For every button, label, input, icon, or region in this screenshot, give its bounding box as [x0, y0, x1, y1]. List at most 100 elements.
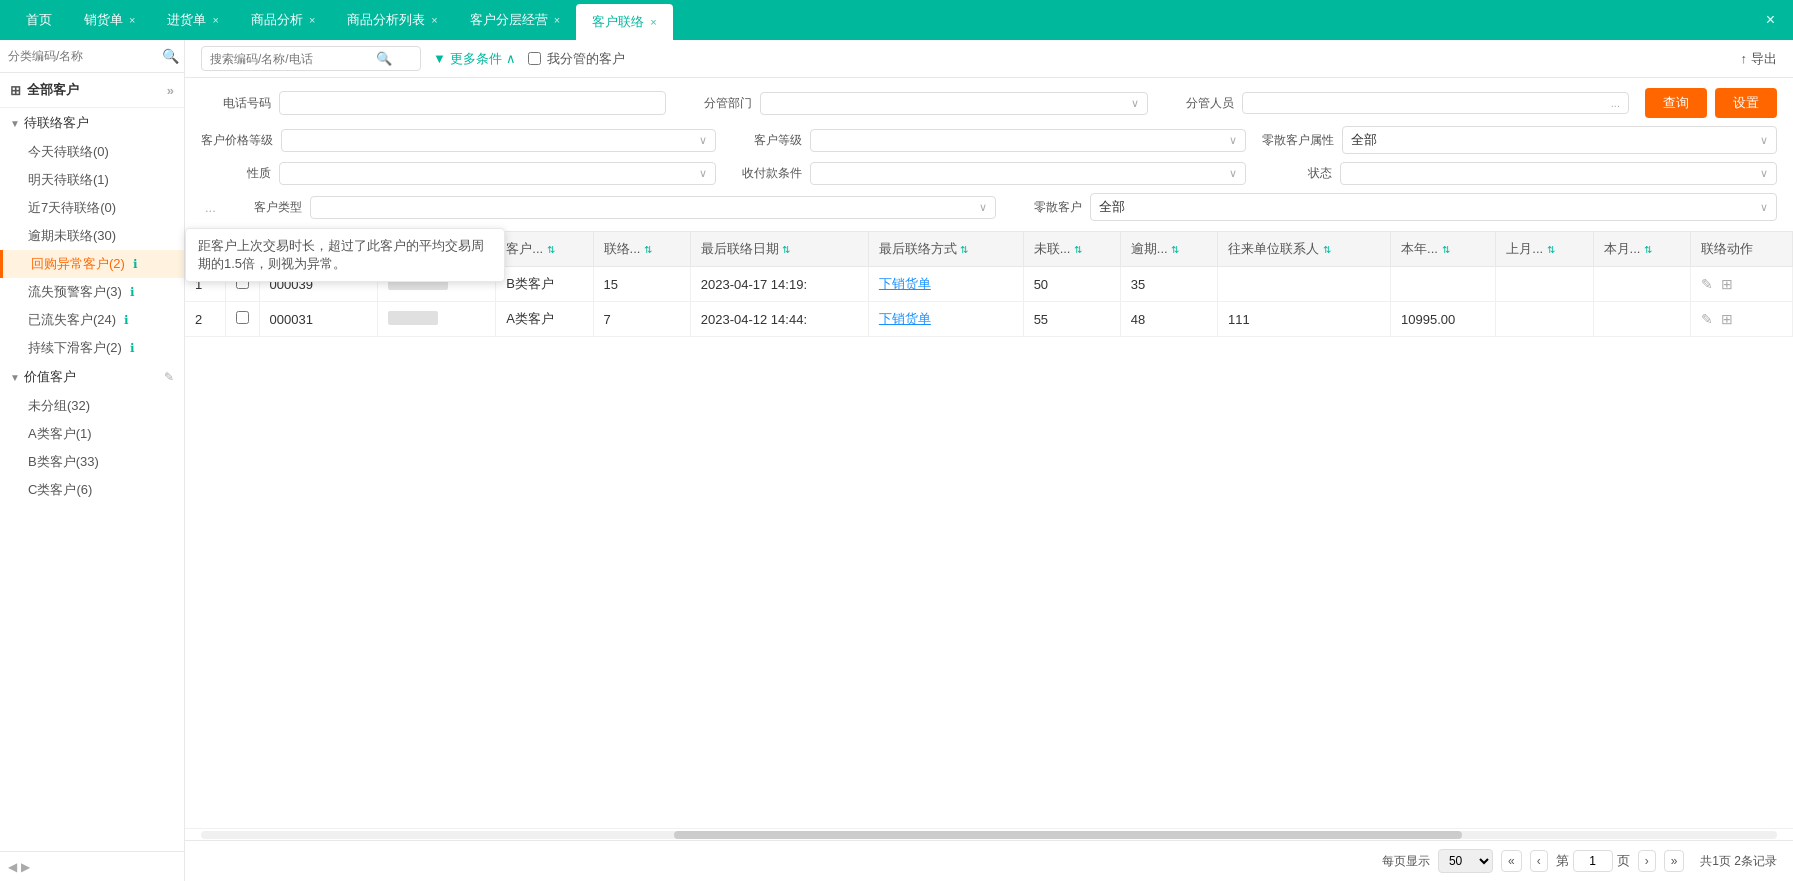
query-button[interactable]: 查询 — [1645, 88, 1707, 118]
row2-more-icon[interactable]: ⊞ — [1721, 311, 1733, 327]
nav-tab-sales[interactable]: 销货单 × — [68, 0, 151, 40]
sidebar-next-btn[interactable]: ▶ — [21, 860, 30, 874]
close-tab-customer-tier[interactable]: × — [554, 14, 560, 26]
close-tab-sales[interactable]: × — [129, 14, 135, 26]
search-icon[interactable]: 🔍 — [376, 51, 392, 66]
col-overdue[interactable]: 逾期... ⇅ — [1120, 232, 1217, 267]
more-conditions-btn[interactable]: ▼ 更多条件 ∧ — [433, 50, 516, 68]
row1-edit-icon[interactable]: ✎ — [1701, 276, 1713, 292]
gender-select[interactable]: ∨ — [279, 162, 716, 185]
sidebar-item-tomorrow[interactable]: 明天待联络(1) — [0, 166, 184, 194]
row2-contact-count: 7 — [593, 302, 690, 337]
customer-type-select[interactable]: ∨ — [310, 196, 997, 219]
col-uncontacted[interactable]: 未联... ⇅ — [1023, 232, 1120, 267]
value-group-header[interactable]: ▼ 价值客户 ✎ — [0, 362, 184, 392]
payment-select[interactable]: ∨ — [810, 162, 1247, 185]
nav-tab-purchase[interactable]: 进货单 × — [151, 0, 234, 40]
page-size-select[interactable]: 50 100 200 — [1438, 849, 1493, 873]
last-page-button[interactable]: » — [1664, 850, 1685, 872]
my-customers-checkbox[interactable] — [528, 52, 541, 65]
prev-page-button[interactable]: ‹ — [1530, 850, 1548, 872]
more-dots[interactable]: ... — [205, 200, 216, 215]
sidebar-item-ungroup[interactable]: 未分组(32) — [0, 392, 184, 420]
close-tab-customer-contact[interactable]: × — [650, 16, 656, 28]
nav-tab-customer-contact[interactable]: 客户联络 × — [576, 4, 672, 40]
sort-icon-uncontacted[interactable]: ⇅ — [1074, 244, 1082, 255]
sidebar-item-decline[interactable]: 持续下滑客户(2) ℹ — [0, 334, 184, 362]
category-search-icon[interactable]: 🔍 — [162, 48, 179, 64]
sidebar-item-overdue[interactable]: 逾期未联络(30) — [0, 222, 184, 250]
dept-select[interactable]: ∨ — [760, 92, 1147, 115]
close-tab-product-list[interactable]: × — [431, 14, 437, 26]
col-this-year[interactable]: 本年... ⇅ — [1391, 232, 1496, 267]
row2-edit-icon[interactable]: ✎ — [1701, 311, 1713, 327]
customer-level-select[interactable]: ∨ — [810, 129, 1247, 152]
all-customers-header: ⊞ 全部客户 » — [0, 73, 184, 108]
close-tab-product-analysis[interactable]: × — [309, 14, 315, 26]
row2-overdue: 48 — [1120, 302, 1217, 337]
sort-icon-level[interactable]: ⇅ — [547, 244, 555, 255]
export-button[interactable]: ↑ 导出 — [1741, 50, 1778, 68]
scrollbar-track — [201, 831, 1777, 839]
sort-icon-method[interactable]: ⇅ — [960, 244, 968, 255]
customer-search-input[interactable] — [210, 52, 370, 66]
col-level[interactable]: 客户... ⇅ — [496, 232, 593, 267]
sort-icon-year[interactable]: ⇅ — [1442, 244, 1450, 255]
sort-icon-contact-count[interactable]: ⇅ — [644, 244, 652, 255]
scrollbar-thumb[interactable] — [674, 831, 1462, 839]
row2-seq: 2 — [185, 302, 225, 337]
sort-icon-last-month[interactable]: ⇅ — [1547, 244, 1555, 255]
sidebar-item-lost-warning[interactable]: 流失预警客户(3) ℹ — [0, 278, 184, 306]
close-tab-purchase[interactable]: × — [212, 14, 218, 26]
filter-row-2: 客户价格等级 ∨ 客户等级 ∨ 零散客户属性 全部 — [201, 126, 1777, 154]
row2-checkbox[interactable] — [236, 311, 249, 324]
sidebar-item-c-class[interactable]: C类客户(6) — [0, 476, 184, 504]
sidebar-item-b-class[interactable]: B类客户(33) — [0, 448, 184, 476]
row1-last-method[interactable]: 下销货单 — [868, 267, 1023, 302]
retail-customer-field: 零散客户 全部 ∨ — [1012, 193, 1777, 221]
sort-icon-overdue[interactable]: ⇅ — [1171, 244, 1179, 255]
row2-checkbox-cell[interactable] — [225, 302, 259, 337]
col-this-month[interactable]: 本月... ⇅ — [1593, 232, 1690, 267]
category-search-input[interactable] — [8, 49, 158, 63]
col-last-month[interactable]: 上月... ⇅ — [1496, 232, 1593, 267]
manager-select[interactable]: ... — [1242, 92, 1629, 114]
status-select[interactable]: ∨ — [1340, 162, 1777, 185]
nav-tab-customer-tier[interactable]: 客户分层经营 × — [454, 0, 576, 40]
sort-icon-contacts[interactable]: ⇅ — [1323, 244, 1331, 255]
col-last-contact-method[interactable]: 最后联络方式 ⇅ — [868, 232, 1023, 267]
retail-customer-select[interactable]: 全部 ∨ — [1090, 193, 1777, 221]
settings-button[interactable]: 设置 — [1715, 88, 1777, 118]
sidebar-item-repurchase-anomaly[interactable]: 回购异常客户(2) ℹ — [0, 250, 184, 278]
first-page-button[interactable]: « — [1501, 850, 1522, 872]
row1-more-icon[interactable]: ⊞ — [1721, 276, 1733, 292]
horizontal-scrollbar[interactable] — [185, 828, 1793, 840]
top-navigation: 首页 销货单 × 进货单 × 商品分析 × 商品分析列表 × 客户分层经营 × … — [0, 0, 1793, 40]
sidebar-collapse-icon[interactable]: » — [167, 83, 174, 98]
sidebar-item-a-class[interactable]: A类客户(1) — [0, 420, 184, 448]
nav-tab-product-analysis[interactable]: 商品分析 × — [235, 0, 331, 40]
sidebar-item-today[interactable]: 今天待联络(0) — [0, 138, 184, 166]
sidebar-prev-btn[interactable]: ◀ — [8, 860, 17, 874]
next-page-button[interactable]: › — [1638, 850, 1656, 872]
nav-tab-home[interactable]: 首页 — [10, 0, 68, 40]
row2-last-method[interactable]: 下销货单 — [868, 302, 1023, 337]
sidebar-item-lost[interactable]: 已流失客户(24) ℹ — [0, 306, 184, 334]
sidebar-item-7days[interactable]: 近7天待联络(0) — [0, 194, 184, 222]
page-number-input[interactable] — [1573, 850, 1613, 872]
pagination-bar: 每页显示 50 100 200 « ‹ 第 页 › » 共1页 2条记录 — [185, 840, 1793, 881]
retail-attr-select[interactable]: 全部 ∨ — [1342, 126, 1777, 154]
phone-input[interactable] — [279, 91, 666, 115]
row1-this-month — [1593, 267, 1690, 302]
value-group-edit-icon[interactable]: ✎ — [164, 370, 174, 384]
price-level-select[interactable]: ∨ — [281, 129, 716, 152]
col-contact-count[interactable]: 联络... ⇅ — [593, 232, 690, 267]
sort-icon-date[interactable]: ⇅ — [782, 244, 790, 255]
col-last-contact-date[interactable]: 最后联络日期 ⇅ — [690, 232, 868, 267]
nav-tab-product-list[interactable]: 商品分析列表 × — [331, 0, 453, 40]
filter-buttons: 查询 设置 — [1645, 88, 1777, 118]
pending-section-header[interactable]: ▼ 待联络客户 — [0, 108, 184, 138]
col-contacts-person[interactable]: 往来单位联系人 ⇅ — [1218, 232, 1391, 267]
window-close-button[interactable]: × — [1758, 11, 1783, 29]
sort-icon-this-month[interactable]: ⇅ — [1644, 244, 1652, 255]
